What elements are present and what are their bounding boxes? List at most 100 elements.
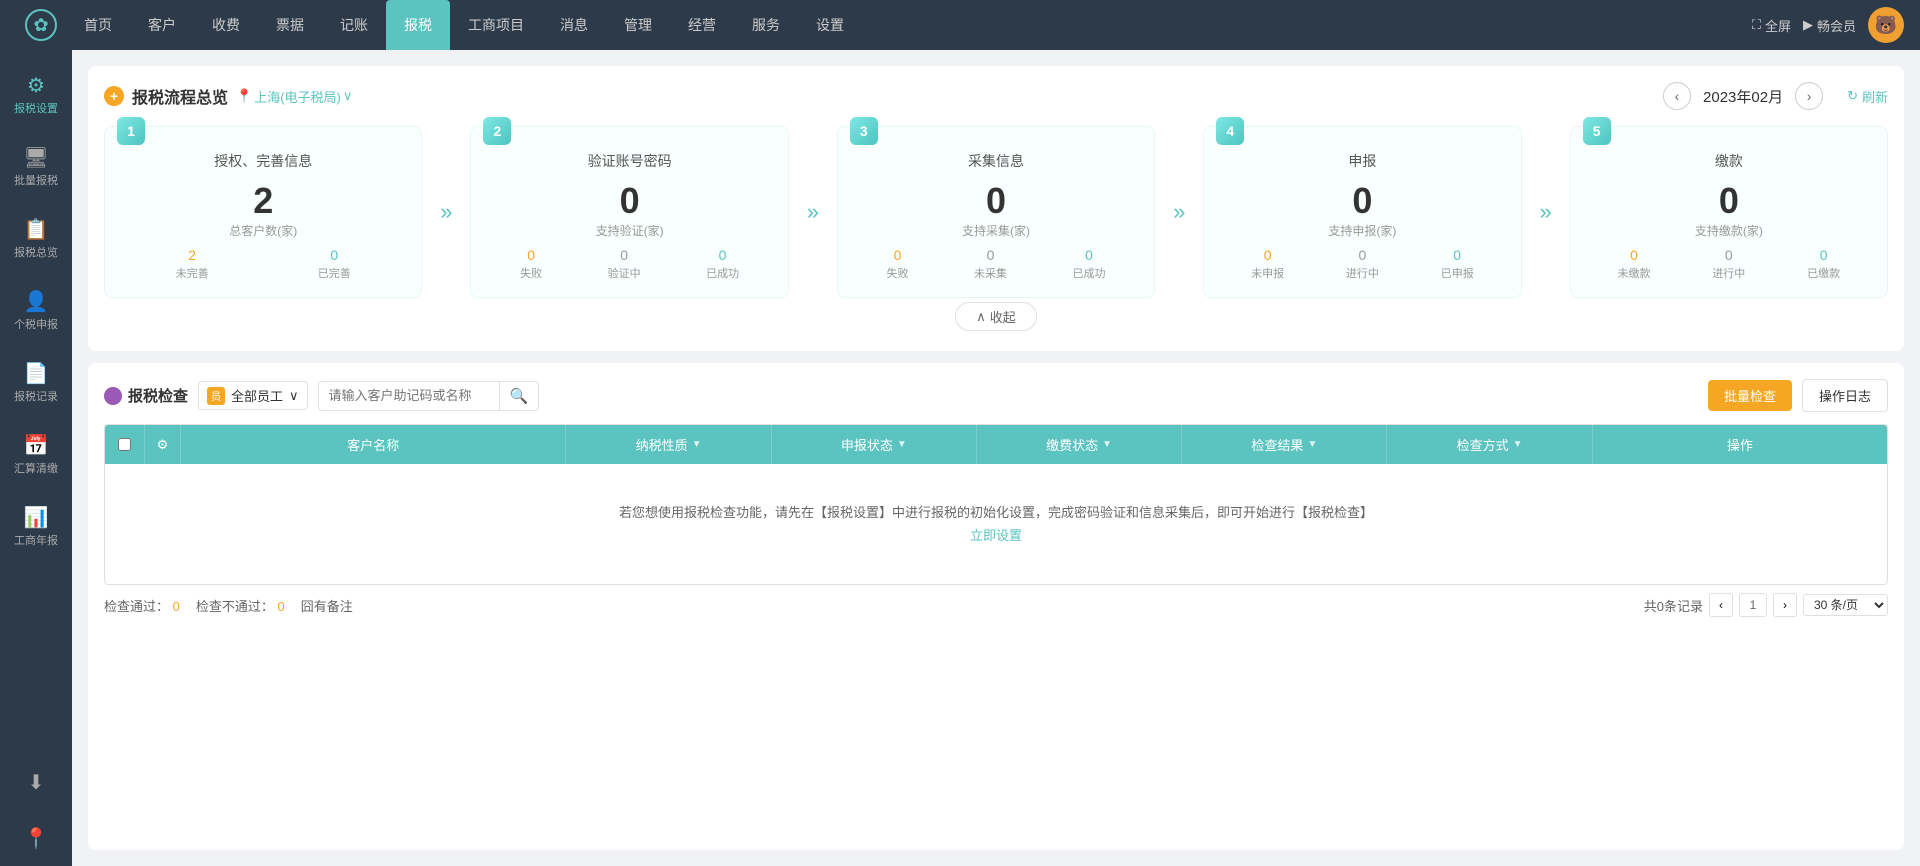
stat-fail-2-value: 0 — [527, 247, 535, 263]
stat-fail-3-label: 失败 — [887, 265, 909, 281]
th-declare-status[interactable]: 申报状态 ▼ — [772, 425, 977, 464]
bulk-tax-icon: 🖥 — [22, 143, 50, 171]
stat-not-collected-label: 未采集 — [974, 265, 1007, 281]
nav-invoice[interactable]: 票据 — [258, 0, 322, 50]
operation-log-btn[interactable]: 操作日志 — [1802, 379, 1888, 412]
mascot-avatar[interactable]: 🐻 — [1868, 7, 1904, 43]
employee-filter[interactable]: 员 全部员工 ∨ — [198, 381, 308, 410]
stat-declared[interactable]: 0 已申报 — [1441, 247, 1474, 281]
th-check-result[interactable]: 检查结果 ▼ — [1182, 425, 1387, 464]
nav-tax[interactable]: 报税 — [386, 0, 450, 50]
fullscreen-btn[interactable]: ⛶ 全屏 — [1752, 16, 1791, 35]
tax-settings-icon: ⚙ — [22, 71, 50, 99]
stat-not-paid[interactable]: 0 未缴款 — [1618, 247, 1651, 281]
check-pass-count[interactable]: 0 — [173, 599, 180, 614]
stat-declared-value: 0 — [1453, 247, 1461, 263]
stat-verifying[interactable]: 0 验证中 — [608, 247, 641, 281]
nav-charge[interactable]: 收费 — [194, 0, 258, 50]
sidebar-item-personal-tax[interactable]: 👤 个税申报 — [0, 274, 72, 346]
sidebar-item-tax-overview[interactable]: 📋 报税总览 — [0, 202, 72, 274]
tax-record-icon: 📄 — [22, 359, 50, 387]
collapse-btn[interactable]: ∧ 收起 — [955, 302, 1037, 331]
nav-customer[interactable]: 客户 — [130, 0, 194, 50]
tax-overview-icon: 📋 — [22, 215, 50, 243]
th-check-result-label: 检查结果 — [1251, 435, 1303, 454]
filter-icon-1: ▼ — [692, 439, 702, 450]
search-btn[interactable]: 🔍 — [499, 382, 539, 410]
th-gear[interactable]: ⚙ — [145, 425, 181, 464]
th-checkbox[interactable] — [105, 425, 145, 464]
stat-fail-3-value: 0 — [894, 247, 902, 263]
stat-paying[interactable]: 0 进行中 — [1712, 247, 1745, 281]
stat-not-collected-value: 0 — [987, 247, 995, 263]
select-all-checkbox[interactable] — [118, 438, 131, 451]
bulk-check-btn[interactable]: 批量检查 — [1708, 380, 1792, 411]
prev-page-btn[interactable]: ‹ — [1709, 593, 1733, 617]
vip-btn[interactable]: ▶ 畅会员 — [1803, 16, 1856, 35]
stat-not-declared[interactable]: 0 未申报 — [1251, 247, 1284, 281]
sidebar-item-annual-settlement[interactable]: 📅 汇算清缴 — [0, 418, 72, 490]
sidebar-item-tax-settings[interactable]: ⚙ 报税设置 — [0, 58, 72, 130]
next-month-btn[interactable]: › — [1795, 82, 1823, 110]
card-count-3: 0 — [854, 179, 1138, 222]
th-pay-status[interactable]: 缴费状态 ▼ — [977, 425, 1182, 464]
stat-complete-label: 已完善 — [318, 265, 351, 281]
setup-link[interactable]: 立即设置 — [970, 524, 1022, 547]
stat-fail-2[interactable]: 0 失败 — [520, 247, 542, 281]
th-action: 操作 — [1593, 425, 1887, 464]
stat-collected[interactable]: 0 已成功 — [1072, 247, 1105, 281]
next-page-btn[interactable]: › — [1773, 593, 1797, 617]
card-stats-1: 2 未完善 0 已完善 — [121, 247, 405, 281]
stat-not-collected[interactable]: 0 未采集 — [974, 247, 1007, 281]
th-customer-name[interactable]: 客户名称 — [181, 425, 566, 464]
tax-check-section: 报税检查 员 全部员工 ∨ 🔍 批量检查 操作日志 — [88, 363, 1904, 850]
th-check-method-label: 检查方式 — [1457, 435, 1509, 454]
current-page: 1 — [1739, 593, 1767, 617]
overview-location[interactable]: 📍 上海(电子税局) ∨ — [236, 87, 352, 106]
stat-paying-value: 0 — [1725, 247, 1733, 263]
sidebar-location-btn[interactable]: 📍 — [0, 810, 72, 866]
stat-declaring-label: 进行中 — [1346, 265, 1379, 281]
card-stats-3: 0 失败 0 未采集 0 已成功 — [854, 247, 1138, 281]
nav-settings[interactable]: 设置 — [798, 0, 862, 50]
stat-not-declared-value: 0 — [1264, 247, 1272, 263]
sidebar-label-tax-record: 报税记录 — [14, 391, 58, 404]
prev-month-btn[interactable]: ‹ — [1663, 82, 1691, 110]
nav-operation[interactable]: 经营 — [670, 0, 734, 50]
sidebar-download-btn[interactable]: ⬇ — [0, 754, 72, 810]
page-size-select[interactable]: 30 条/页 50 条/页 100 条/页 — [1803, 594, 1888, 616]
card-count-4: 0 — [1220, 179, 1504, 222]
stat-collected-value: 0 — [1085, 247, 1093, 263]
sidebar-item-annual-report[interactable]: 📊 工商年报 — [0, 490, 72, 562]
vip-icon: ▶ — [1803, 17, 1813, 33]
fullscreen-label: 全屏 — [1765, 16, 1791, 35]
nav-business[interactable]: 工商项目 — [450, 0, 542, 50]
th-tax-nature[interactable]: 纳税性质 ▼ — [566, 425, 771, 464]
stat-complete[interactable]: 0 已完善 — [318, 247, 351, 281]
sidebar-label-bulk-tax: 批量报税 — [14, 175, 58, 188]
stat-paid[interactable]: 0 已缴款 — [1807, 247, 1840, 281]
tax-check-title-text: 报税检查 — [128, 385, 188, 406]
nav-message[interactable]: 消息 — [542, 0, 606, 50]
employee-dropdown-icon: ∨ — [289, 388, 299, 404]
nav-home[interactable]: 首页 — [66, 0, 130, 50]
card-stats-5: 0 未缴款 0 进行中 0 已缴款 — [1587, 247, 1871, 281]
stat-incomplete[interactable]: 2 未完善 — [176, 247, 209, 281]
current-month: 2023年02月 — [1703, 86, 1783, 107]
refresh-btn[interactable]: ↻ 刷新 — [1847, 87, 1888, 106]
sidebar-item-tax-record[interactable]: 📄 报税记录 — [0, 346, 72, 418]
stat-declaring[interactable]: 0 进行中 — [1346, 247, 1379, 281]
overview-header: + 报税流程总览 📍 上海(电子税局) ∨ ‹ 2023年02月 › ↻ 刷新 — [104, 82, 1888, 110]
check-fail-count[interactable]: 0 — [278, 599, 285, 614]
nav-service[interactable]: 服务 — [734, 0, 798, 50]
remark-label: 囧有备注 — [301, 596, 353, 615]
nav-management[interactable]: 管理 — [606, 0, 670, 50]
th-check-method[interactable]: 检查方式 ▼ — [1387, 425, 1592, 464]
search-input[interactable] — [319, 383, 499, 408]
stat-verified[interactable]: 0 已成功 — [706, 247, 739, 281]
nav-bookkeeping[interactable]: 记账 — [322, 0, 386, 50]
personal-tax-icon: 👤 — [22, 287, 50, 315]
stat-fail-3[interactable]: 0 失败 — [887, 247, 909, 281]
stat-complete-value: 0 — [330, 247, 338, 263]
sidebar-item-bulk-tax[interactable]: 🖥 批量报税 — [0, 130, 72, 202]
